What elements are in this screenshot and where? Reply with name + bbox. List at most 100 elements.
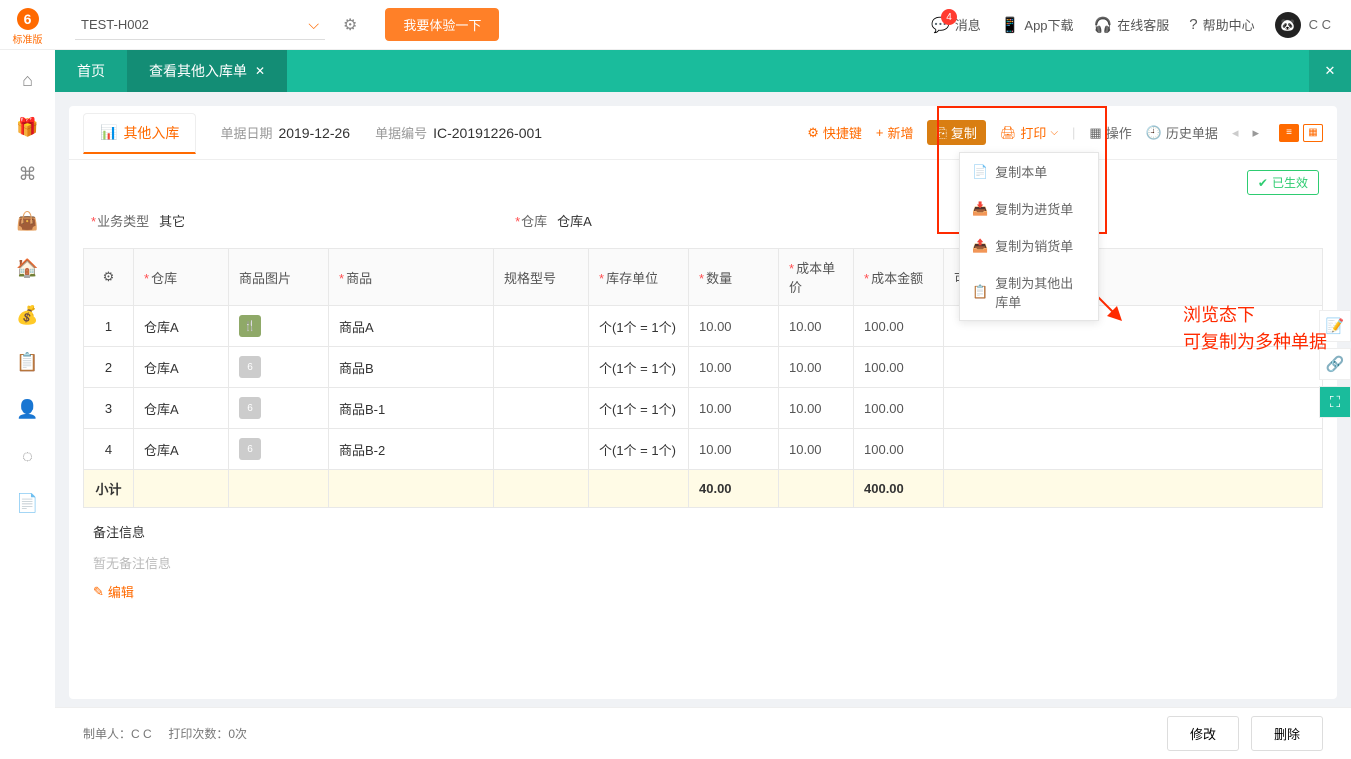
headset-icon: 🎧	[1094, 16, 1113, 34]
subtotal-row: 小计40.00400.00	[84, 470, 1323, 508]
copy-button[interactable]: ⎘复制	[927, 120, 985, 145]
date-label: 单据日期	[220, 126, 272, 141]
close-icon[interactable]: ✕	[255, 64, 265, 78]
float-expand-icon[interactable]: ⛶	[1319, 386, 1351, 418]
edit-icon: ✎	[93, 584, 104, 600]
table-row[interactable]: 2 仓库A 6 商品B 个(1个 = 1个) 10.00 10.00 100.0…	[84, 347, 1323, 388]
card-view-toggle[interactable]: ▦	[1303, 124, 1323, 142]
prev-icon[interactable]: ◂	[1232, 125, 1239, 141]
copy-dropdown: 📄复制本单 📥复制为进货单 📤复制为销货单 📋复制为其他出库单	[959, 152, 1099, 321]
chevron-down-icon: ⌵	[308, 16, 319, 33]
nav-chain-icon[interactable]: ◌	[22, 446, 33, 467]
items-table: ⚙ *仓库 商品图片 *商品 规格型号 *库存单位 *数量 *成本单价 *成本金…	[83, 248, 1323, 508]
warehouse-value: 仓库A	[557, 211, 592, 230]
print-count-label: 打印次数：	[168, 727, 228, 741]
biztype-value: 其它	[159, 211, 185, 230]
product-image-icon: 6	[239, 397, 261, 419]
code-value: IC-20191226-001	[433, 125, 542, 141]
check-icon: ✔	[1258, 176, 1268, 190]
nav-clipboard-icon[interactable]: 📋	[16, 352, 38, 373]
warehouse-label: *仓库	[515, 211, 547, 230]
edit-remark-button[interactable]: ✎编辑	[93, 582, 1313, 601]
remark-empty: 暂无备注信息	[93, 553, 1313, 572]
operations-button[interactable]: ▦操作	[1089, 123, 1131, 142]
logo-text: 标准版	[13, 31, 43, 46]
messages-label: 消息	[955, 15, 981, 34]
tab-view-other-inbound[interactable]: 查看其他入库单 ✕	[127, 50, 287, 92]
col-settings[interactable]: ⚙	[84, 249, 134, 306]
dd-copy-purchase[interactable]: 📥复制为进货单	[960, 190, 1098, 227]
help-button[interactable]: ? 帮助中心	[1189, 15, 1254, 34]
chevron-down-icon: ⌵	[1050, 127, 1058, 138]
product-image-icon: 6	[239, 438, 261, 460]
nav-home-icon[interactable]: ⌂	[22, 70, 33, 91]
org-name: TEST-H002	[81, 17, 149, 32]
table-row[interactable]: 1 仓库A 🍴 商品A 个(1个 = 1个) 10.00 10.00 100.0…	[84, 306, 1323, 347]
biztype-label: *业务类型	[91, 211, 149, 230]
status-badge: ✔已生效	[1247, 170, 1319, 195]
next-icon[interactable]: ▸	[1252, 125, 1259, 141]
float-note-icon[interactable]: 📝	[1319, 310, 1351, 342]
grid-icon: ▦	[1089, 125, 1101, 141]
dd-copy-outbound[interactable]: 📋复制为其他出库单	[960, 264, 1098, 320]
product-image-icon: 6	[239, 356, 261, 378]
tabs-close-all[interactable]: ✕	[1309, 50, 1351, 92]
plus-icon: +	[876, 125, 884, 140]
copy-icon: ⎘	[936, 125, 946, 141]
history-icon: 🕘	[1146, 125, 1162, 141]
message-badge: 4	[941, 9, 957, 25]
print-count-value: 0次	[228, 727, 247, 741]
float-link-icon[interactable]: 🔗	[1319, 348, 1351, 380]
creator-label: 制单人：	[83, 727, 131, 741]
print-button[interactable]: 🖨打印⌵	[1000, 123, 1058, 142]
dd-copy-current[interactable]: 📄复制本单	[960, 153, 1098, 190]
purchase-icon: 📥	[972, 201, 988, 217]
nav-user-icon[interactable]: 👤	[16, 399, 38, 420]
logo[interactable]: 6 标准版	[0, 4, 55, 46]
tab-label: 查看其他入库单	[149, 61, 247, 81]
date-value: 2019-12-26	[278, 125, 350, 141]
nav-new-icon[interactable]: 📄	[16, 493, 38, 514]
product-image-icon: 🍴	[239, 315, 261, 337]
nav-money-icon[interactable]: 💰	[16, 305, 38, 326]
outbound-icon: 📋	[972, 284, 988, 300]
support-label: 在线客服	[1117, 15, 1169, 34]
list-view-toggle[interactable]: ≡	[1279, 124, 1299, 142]
remark-title: 备注信息	[93, 522, 1313, 541]
creator-value: C C	[131, 727, 152, 741]
copy-doc-icon: 📄	[972, 164, 988, 180]
code-label: 单据编号	[375, 126, 427, 141]
messages-button[interactable]: 💬 消息 4	[931, 15, 981, 34]
doc-type-label: 其他入库	[123, 123, 179, 143]
dd-copy-sales[interactable]: 📤复制为销货单	[960, 227, 1098, 264]
user-name: C C	[1309, 17, 1331, 32]
print-icon: 🖨	[1000, 125, 1017, 141]
modify-button[interactable]: 修改	[1167, 716, 1239, 751]
inbound-icon: 📊	[100, 124, 117, 141]
gear-small-icon: ⚙	[807, 125, 819, 141]
trial-button[interactable]: 我要体验一下	[385, 8, 499, 41]
nav-shop-icon[interactable]: ⌘	[19, 164, 37, 185]
logo-icon: 6	[17, 8, 39, 30]
nav-gift-icon[interactable]: 🎁	[16, 117, 38, 138]
app-download-button[interactable]: 📱 App下载	[1001, 15, 1074, 34]
sales-icon: 📤	[972, 238, 988, 254]
org-selector[interactable]: TEST-H002 ⌵	[75, 10, 325, 40]
doc-type-tab[interactable]: 📊 其他入库	[83, 113, 196, 154]
support-button[interactable]: 🎧 在线客服	[1094, 15, 1170, 34]
shortcut-button[interactable]: ⚙快捷键	[807, 123, 862, 142]
phone-icon: 📱	[1001, 16, 1020, 34]
new-button[interactable]: +新增	[876, 123, 914, 142]
table-row[interactable]: 3 仓库A 6 商品B-1 个(1个 = 1个) 10.00 10.00 100…	[84, 388, 1323, 429]
delete-button[interactable]: 删除	[1251, 716, 1323, 751]
nav-bag-icon[interactable]: 👜	[16, 211, 38, 232]
help-icon: ?	[1189, 16, 1197, 33]
help-label: 帮助中心	[1203, 15, 1255, 34]
gear-icon[interactable]: ⚙	[343, 15, 357, 35]
tab-home[interactable]: 首页	[55, 50, 127, 92]
table-row[interactable]: 4 仓库A 6 商品B-2 个(1个 = 1个) 10.00 10.00 100…	[84, 429, 1323, 470]
avatar[interactable]: 🐼	[1275, 12, 1301, 38]
nav-house-icon[interactable]: 🏠	[16, 258, 38, 279]
history-button[interactable]: 🕘历史单据	[1146, 123, 1218, 142]
app-download-label: App下载	[1024, 15, 1073, 34]
